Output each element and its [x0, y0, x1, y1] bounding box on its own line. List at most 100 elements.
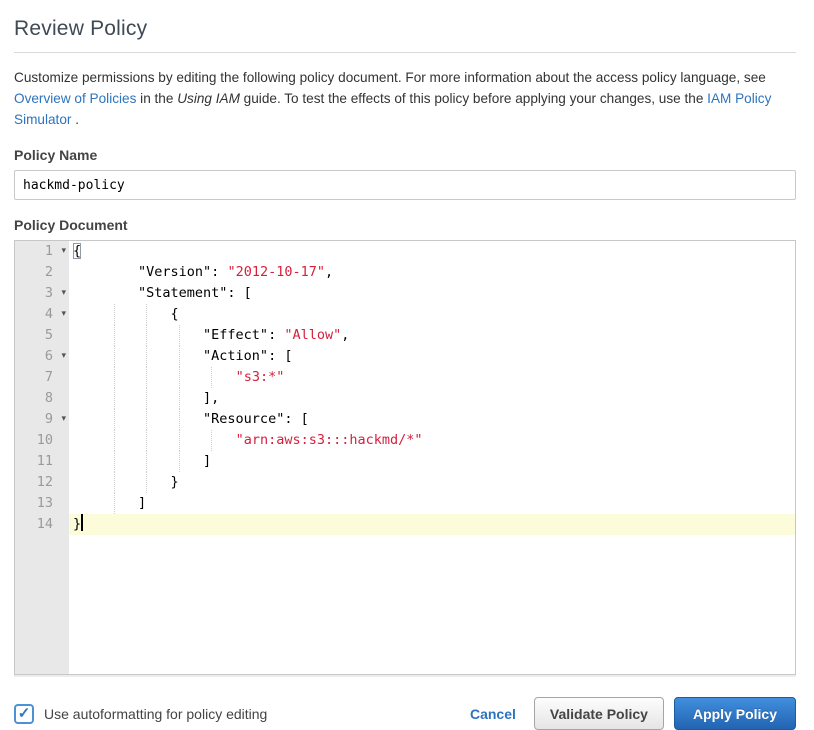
line-number: 1	[45, 243, 53, 259]
gutter-cell: 3▾	[15, 283, 69, 304]
code-token: "s3:*"	[236, 369, 285, 385]
fold-caret-icon[interactable]: ▾	[61, 305, 66, 324]
code-token: "2012-10-17"	[227, 264, 325, 280]
indent-guide	[146, 451, 147, 472]
policy-name-label: Policy Name	[14, 147, 796, 163]
indent-guide	[114, 493, 115, 514]
indent-guide	[114, 325, 115, 346]
code-token: "Version":	[73, 264, 227, 280]
gutter-cell: 10	[15, 430, 69, 451]
policy-name-input[interactable]	[14, 170, 796, 200]
using-iam-guide-name: Using IAM	[177, 91, 240, 106]
code-token: {	[73, 306, 179, 322]
gutter-cell: 8	[15, 388, 69, 409]
line-number: 12	[37, 474, 53, 490]
fold-caret-icon[interactable]: ▾	[61, 284, 66, 303]
indent-guide	[114, 388, 115, 409]
indent-guide	[179, 367, 180, 388]
fold-caret-icon[interactable]: ▾	[61, 242, 66, 261]
indent-guide	[146, 409, 147, 430]
gutter-cell: 7	[15, 367, 69, 388]
code-line[interactable]: "Effect": "Allow",	[69, 325, 795, 346]
code-token: "Statement": [	[73, 285, 252, 301]
code-line[interactable]: "arn:aws:s3:::hackmd/*"	[69, 430, 795, 451]
code-token: "Resource": [	[73, 411, 309, 427]
fold-caret-icon[interactable]: ▾	[61, 347, 66, 366]
intro-text: .	[71, 112, 79, 127]
validate-policy-button[interactable]: Validate Policy	[534, 697, 664, 730]
autoformat-checkbox[interactable]: ✓	[14, 704, 34, 724]
code-line[interactable]: }	[69, 514, 795, 535]
line-number: 14	[37, 516, 53, 532]
code-token: ,	[325, 264, 333, 280]
gutter-cell: 12	[15, 472, 69, 493]
gutter-cell: 14	[15, 514, 69, 535]
indent-guide	[146, 472, 147, 493]
code-token: {	[73, 243, 81, 259]
indent-guide	[146, 325, 147, 346]
code-token: }	[73, 516, 81, 532]
apply-policy-button[interactable]: Apply Policy	[674, 697, 796, 730]
gutter-cell: 4▾	[15, 304, 69, 325]
line-number: 2	[45, 264, 53, 280]
indent-guide	[114, 346, 115, 367]
text-cursor	[81, 514, 83, 531]
indent-guide	[146, 388, 147, 409]
gutter-cell: 9▾	[15, 409, 69, 430]
autoformat-checkbox-label: Use autoformatting for policy editing	[44, 706, 267, 722]
code-line[interactable]: ],	[69, 388, 795, 409]
indent-guide	[146, 367, 147, 388]
code-token: "arn:aws:s3:::hackmd/*"	[236, 432, 423, 448]
code-line[interactable]: "s3:*"	[69, 367, 795, 388]
fold-caret-icon[interactable]: ▾	[61, 410, 66, 429]
code-line[interactable]: "Statement": [	[69, 283, 795, 304]
line-number: 9	[45, 411, 53, 427]
action-buttons: Cancel Validate Policy Apply Policy	[470, 697, 796, 730]
footer-bar: ✓ Use autoformatting for policy editing …	[14, 697, 796, 730]
line-number: 10	[37, 432, 53, 448]
code-token: ]	[73, 495, 146, 511]
page-header: Review Policy	[14, 17, 796, 53]
indent-guide	[179, 451, 180, 472]
cancel-link[interactable]: Cancel	[470, 706, 516, 722]
indent-guide	[179, 388, 180, 409]
indent-guide	[114, 367, 115, 388]
indent-guide	[114, 451, 115, 472]
line-number: 13	[37, 495, 53, 511]
line-number: 7	[45, 369, 53, 385]
gutter-cell: 13	[15, 493, 69, 514]
code-line[interactable]: "Resource": [	[69, 409, 795, 430]
indent-guide	[211, 367, 212, 388]
indent-guide	[146, 304, 147, 325]
code-line[interactable]: ]	[69, 493, 795, 514]
code-line[interactable]: {	[69, 304, 795, 325]
intro-paragraph: Customize permissions by editing the fol…	[14, 67, 796, 130]
indent-guide	[211, 430, 212, 451]
overview-of-policies-link[interactable]: Overview of Policies	[14, 91, 136, 106]
review-policy-page: Review Policy Customize permissions by e…	[0, 0, 814, 730]
code-token: "Allow"	[284, 327, 341, 343]
page-title: Review Policy	[14, 17, 796, 41]
intro-text: in the	[136, 91, 177, 106]
indent-guide	[179, 430, 180, 451]
intro-text: Customize permissions by editing the fol…	[14, 70, 766, 85]
line-number: 4	[45, 306, 53, 322]
gutter-cell: 6▾	[15, 346, 69, 367]
policy-document-editor[interactable]: 1▾23▾4▾56▾789▾1011121314 { "Version": "2…	[14, 240, 796, 675]
code-line[interactable]: "Version": "2012-10-17",	[69, 262, 795, 283]
code-token: ,	[341, 327, 349, 343]
editor-code-area[interactable]: { "Version": "2012-10-17", "Statement": …	[69, 241, 795, 674]
gutter-cell: 2	[15, 262, 69, 283]
indent-guide	[146, 346, 147, 367]
code-line[interactable]: {	[69, 241, 795, 262]
gutter-cell: 5	[15, 325, 69, 346]
intro-text: guide. To test the effects of this polic…	[240, 91, 707, 106]
code-line[interactable]: "Action": [	[69, 346, 795, 367]
indent-guide	[114, 430, 115, 451]
code-line[interactable]: }	[69, 472, 795, 493]
code-line[interactable]: ]	[69, 451, 795, 472]
indent-guide	[146, 430, 147, 451]
gutter-cell: 1▾	[15, 241, 69, 262]
indent-guide	[114, 472, 115, 493]
indent-guide	[179, 346, 180, 367]
